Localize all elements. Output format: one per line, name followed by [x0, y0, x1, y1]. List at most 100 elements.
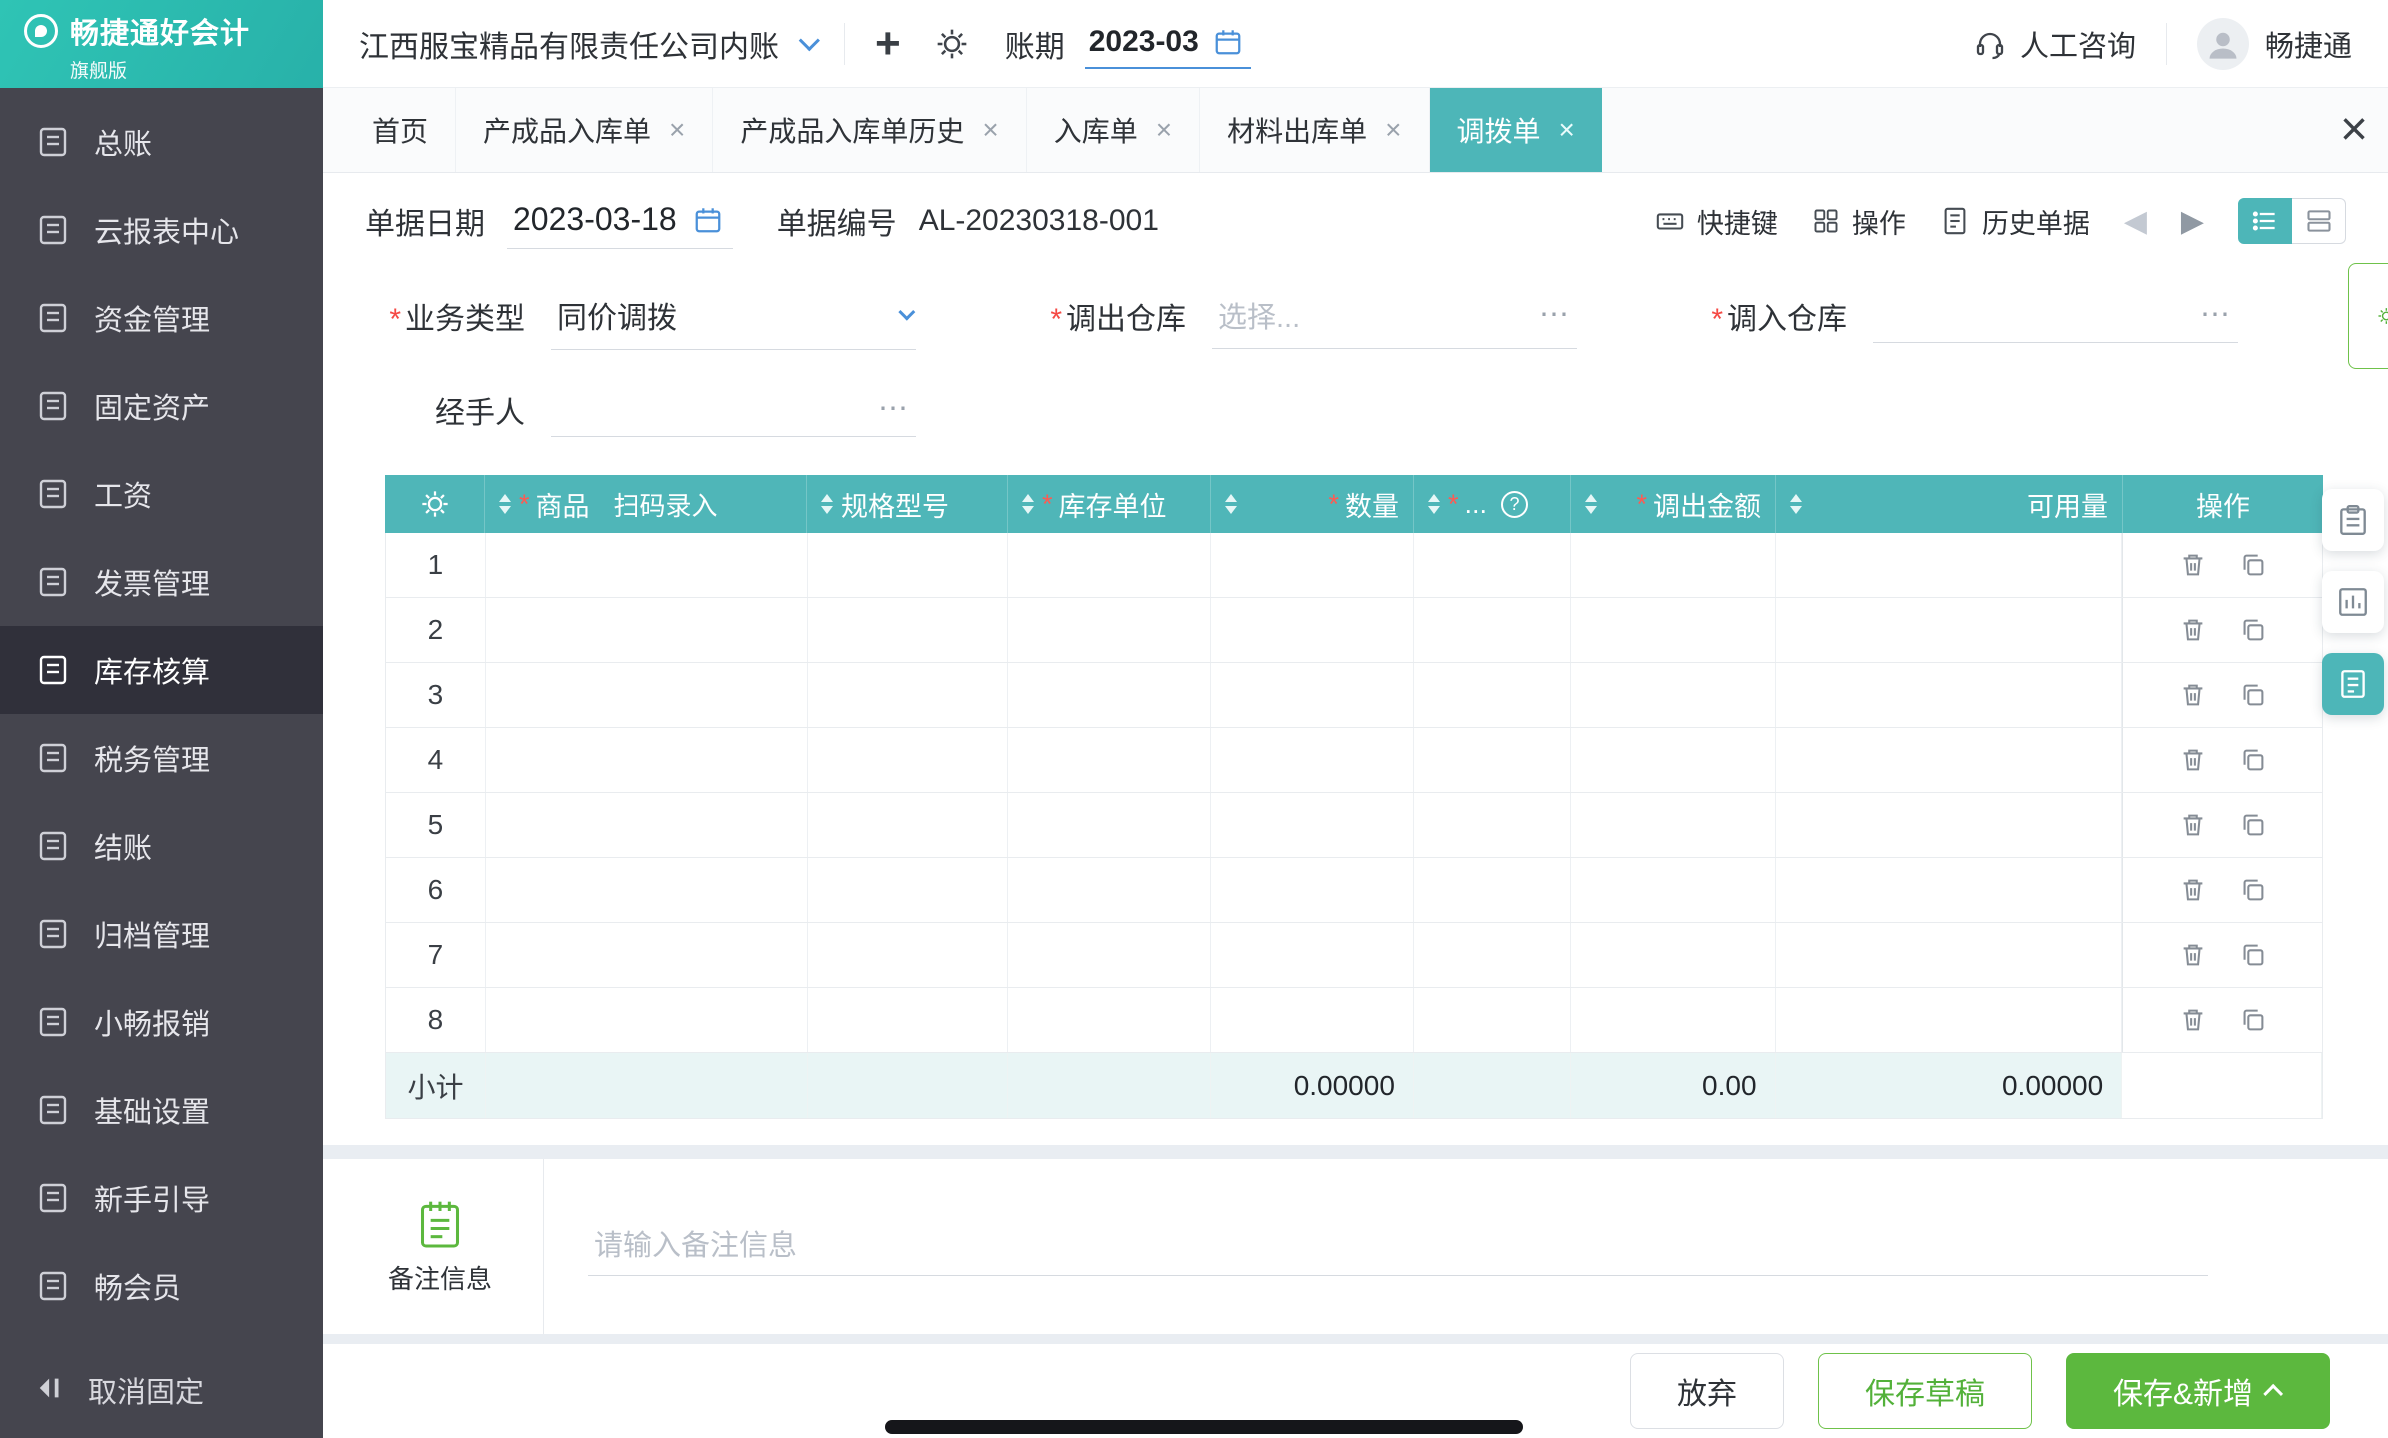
- copy-row-icon[interactable]: [2238, 1005, 2268, 1035]
- table-cell[interactable]: [1776, 728, 2123, 792]
- sidebar-item-payroll[interactable]: 工资: [0, 450, 323, 538]
- table-cell[interactable]: [1008, 858, 1212, 922]
- table-cell[interactable]: [1571, 728, 1776, 792]
- sidebar-item-general-ledger[interactable]: 总账: [0, 98, 323, 186]
- table-cell[interactable]: [1211, 858, 1414, 922]
- business-type-select[interactable]: 同价调拨: [551, 283, 916, 350]
- table-cell[interactable]: [486, 988, 808, 1052]
- table-cell[interactable]: [1008, 793, 1212, 857]
- table-cell[interactable]: [1414, 598, 1571, 662]
- copy-row-icon[interactable]: [2238, 810, 2268, 840]
- sort-icon[interactable]: [1790, 494, 1802, 514]
- table-cell[interactable]: [808, 663, 1009, 727]
- column-header-row-settings[interactable]: [385, 475, 485, 533]
- table-cell[interactable]: [1414, 533, 1571, 597]
- column-header-goods[interactable]: * 商品 扫码录入: [485, 475, 807, 533]
- table-cell[interactable]: [1571, 663, 1776, 727]
- copy-row-icon[interactable]: [2238, 680, 2268, 710]
- table-cell[interactable]: [1414, 728, 1571, 792]
- table-cell[interactable]: [1211, 793, 1414, 857]
- delete-row-icon[interactable]: [2178, 745, 2208, 775]
- doc-date-picker[interactable]: 2023-03-18: [507, 193, 733, 249]
- table-cell[interactable]: [1008, 598, 1212, 662]
- table-cell[interactable]: [486, 793, 808, 857]
- copy-row-icon[interactable]: [2238, 875, 2268, 905]
- avatar[interactable]: [2196, 17, 2249, 70]
- table-cell[interactable]: [1211, 663, 1414, 727]
- company-selector[interactable]: 江西服宝精品有限责任公司内账: [359, 22, 820, 66]
- delete-row-icon[interactable]: [2178, 940, 2208, 970]
- gear-icon[interactable]: [935, 27, 969, 61]
- table-cell[interactable]: [1008, 663, 1212, 727]
- sort-icon[interactable]: [1022, 494, 1034, 514]
- sort-icon[interactable]: [1428, 494, 1440, 514]
- column-header-unit[interactable]: * 库存单位: [1008, 475, 1211, 533]
- settings-button[interactable]: 设置: [2348, 263, 2388, 369]
- sidebar-item-cloud-report[interactable]: 云报表中心: [0, 186, 323, 274]
- table-cell[interactable]: [486, 533, 808, 597]
- copy-row-icon[interactable]: [2238, 550, 2268, 580]
- table-cell[interactable]: [1414, 663, 1571, 727]
- table-cell[interactable]: [808, 858, 1009, 922]
- table-cell[interactable]: [486, 923, 808, 987]
- tab-finished-goods-receipt[interactable]: 产成品入库单 ×: [455, 88, 712, 172]
- tab-stock-receipt[interactable]: 入库单 ×: [1025, 88, 1199, 172]
- delete-row-icon[interactable]: [2178, 1005, 2208, 1035]
- table-cell[interactable]: [1008, 988, 1212, 1052]
- tab-close-icon[interactable]: ×: [1559, 116, 1575, 144]
- discard-button[interactable]: 放弃: [1629, 1353, 1784, 1429]
- table-cell[interactable]: [1776, 858, 2123, 922]
- column-header-spec[interactable]: 规格型号: [807, 475, 1008, 533]
- table-cell[interactable]: [1414, 858, 1571, 922]
- sidebar-item-reimburse[interactable]: 小畅报销: [0, 978, 323, 1066]
- remark-input[interactable]: [588, 1217, 2208, 1276]
- column-header-more[interactable]: *...?: [1414, 475, 1571, 533]
- out-warehouse-select[interactable]: 选择... ⋯: [1212, 284, 1577, 349]
- tab-home[interactable]: 首页: [345, 88, 455, 172]
- copy-row-icon[interactable]: [2238, 745, 2268, 775]
- in-warehouse-select[interactable]: ⋯: [1873, 290, 2238, 343]
- sidebar-item-closing[interactable]: 结账: [0, 802, 323, 890]
- table-cell[interactable]: [808, 598, 1009, 662]
- table-cell[interactable]: [1571, 793, 1776, 857]
- table-cell[interactable]: [1211, 923, 1414, 987]
- column-header-available[interactable]: 可用量: [1776, 475, 2123, 533]
- unpin-button[interactable]: 取消固定: [0, 1342, 323, 1438]
- sort-icon[interactable]: [821, 494, 833, 514]
- table-cell[interactable]: [1211, 598, 1414, 662]
- sidebar-item-invoice[interactable]: 发票管理: [0, 538, 323, 626]
- clipboard-panel-button[interactable]: [2322, 489, 2384, 551]
- help-icon[interactable]: ?: [1501, 490, 1529, 518]
- document-panel-button[interactable]: [2322, 653, 2384, 715]
- column-header-qty[interactable]: * 数量: [1211, 475, 1414, 533]
- tab-close-icon[interactable]: ×: [982, 116, 998, 144]
- sort-icon[interactable]: [1225, 494, 1237, 514]
- tab-material-issue[interactable]: 材料出库单 ×: [1199, 88, 1428, 172]
- sidebar-item-inventory[interactable]: 库存核算: [0, 626, 323, 714]
- tab-close-icon[interactable]: ×: [1385, 116, 1401, 144]
- copy-row-icon[interactable]: [2238, 615, 2268, 645]
- next-doc-icon[interactable]: ▶: [2181, 204, 2204, 239]
- table-cell[interactable]: [1571, 533, 1776, 597]
- sidebar-item-guide[interactable]: 新手引导: [0, 1154, 323, 1242]
- delete-row-icon[interactable]: [2178, 680, 2208, 710]
- table-cell[interactable]: [1211, 728, 1414, 792]
- table-cell[interactable]: [1008, 533, 1212, 597]
- sidebar-item-archive[interactable]: 归档管理: [0, 890, 323, 978]
- prev-doc-icon[interactable]: ◀: [2124, 204, 2147, 239]
- table-cell[interactable]: [1211, 988, 1414, 1052]
- handler-select[interactable]: ⋯: [551, 384, 916, 437]
- delete-row-icon[interactable]: [2178, 615, 2208, 645]
- table-cell[interactable]: [1008, 728, 1212, 792]
- sidebar-item-member[interactable]: 畅会员: [0, 1242, 323, 1330]
- table-cell[interactable]: [808, 728, 1009, 792]
- table-cell[interactable]: [1414, 923, 1571, 987]
- tab-close-icon[interactable]: ×: [669, 116, 685, 144]
- operations-button[interactable]: 操作: [1812, 202, 1906, 241]
- table-cell[interactable]: [1571, 923, 1776, 987]
- sidebar-item-settings[interactable]: 基础设置: [0, 1066, 323, 1154]
- table-cell[interactable]: [1776, 598, 2123, 662]
- table-cell[interactable]: [1776, 533, 2123, 597]
- table-cell[interactable]: [808, 793, 1009, 857]
- sidebar-item-tax[interactable]: 税务管理: [0, 714, 323, 802]
